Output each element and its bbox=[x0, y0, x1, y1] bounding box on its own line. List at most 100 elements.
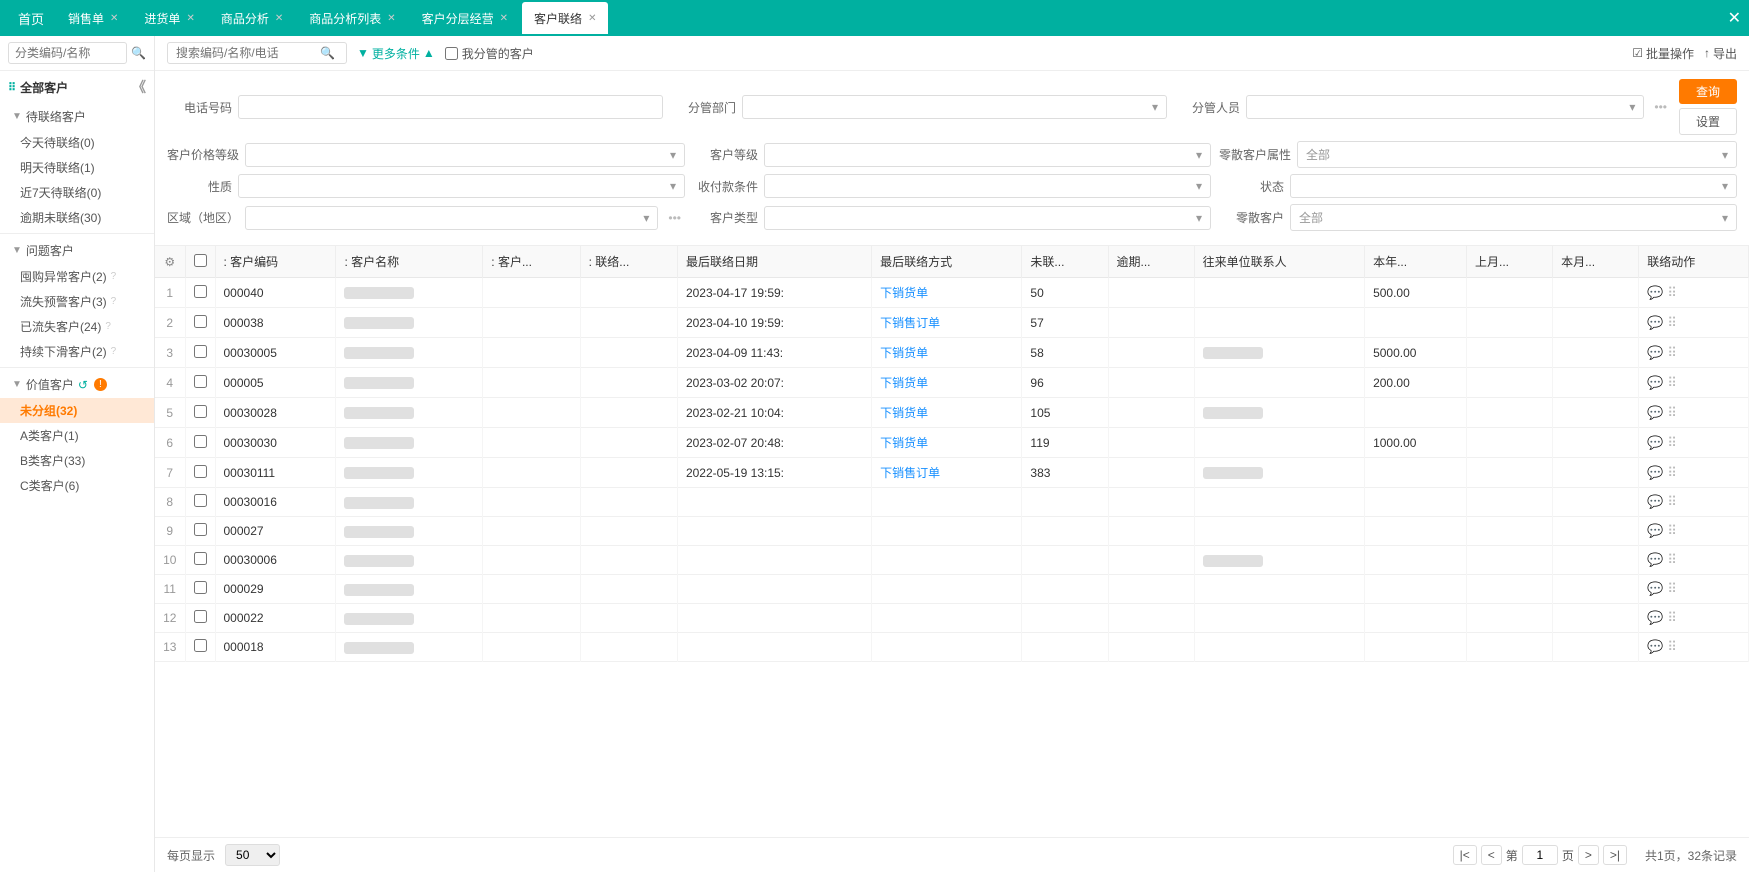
row-checkbox[interactable] bbox=[194, 345, 207, 358]
tab-purchase[interactable]: 进货单 ✕ bbox=[132, 2, 206, 34]
last-method-link[interactable]: 下销货单 bbox=[880, 406, 928, 420]
pending-contact-group[interactable]: ▼ 待联络客户 bbox=[0, 103, 154, 130]
select-all-checkbox[interactable] bbox=[194, 254, 207, 267]
person-more-icon[interactable]: ••• bbox=[1650, 96, 1671, 118]
row-checkbox[interactable] bbox=[194, 285, 207, 298]
last-method-link[interactable]: 下销货单 bbox=[880, 286, 928, 300]
filter-search-icon[interactable]: 🔍 bbox=[320, 46, 335, 60]
sidebar-item-class-a[interactable]: A类客户(1) bbox=[0, 423, 154, 448]
row-checkbox[interactable] bbox=[194, 610, 207, 623]
chat-icon[interactable]: 💬 bbox=[1647, 345, 1663, 361]
page-size-select[interactable]: 50 100 200 bbox=[225, 844, 280, 866]
problem-customers-group[interactable]: ▼ 问题客户 bbox=[0, 237, 154, 264]
sidebar-item-class-b[interactable]: B类客户(33) bbox=[0, 448, 154, 473]
more-icon[interactable]: ⠿ bbox=[1667, 315, 1677, 331]
filter-search-input[interactable] bbox=[176, 46, 316, 60]
chat-icon[interactable]: 💬 bbox=[1647, 523, 1663, 539]
last-method-link[interactable]: 下销售订单 bbox=[880, 316, 940, 330]
chat-icon[interactable]: 💬 bbox=[1647, 639, 1663, 655]
sidebar-item-tomorrow[interactable]: 明天待联络(1) bbox=[0, 155, 154, 180]
price-level-select[interactable]: ▾ bbox=[245, 143, 685, 167]
row-checkbox[interactable] bbox=[194, 581, 207, 594]
more-icon[interactable]: ⠿ bbox=[1667, 494, 1677, 510]
query-btn[interactable]: 查询 bbox=[1679, 79, 1737, 104]
row-checkbox[interactable] bbox=[194, 523, 207, 536]
first-page-btn[interactable]: |< bbox=[1453, 845, 1477, 865]
sidebar-item-declining[interactable]: 持续下滑客户(2) ? bbox=[0, 339, 154, 364]
close-sales-tab[interactable]: ✕ bbox=[110, 13, 118, 24]
chat-icon[interactable]: 💬 bbox=[1647, 552, 1663, 568]
my-customers-checkbox[interactable] bbox=[445, 47, 458, 60]
my-customers-checkbox-area[interactable]: 我分管的客户 bbox=[445, 45, 534, 62]
tab-customer-segment[interactable]: 客户分层经营 ✕ bbox=[410, 2, 520, 34]
last-method-link[interactable]: 下销货单 bbox=[880, 376, 928, 390]
chat-icon[interactable]: 💬 bbox=[1647, 465, 1663, 481]
row-checkbox[interactable] bbox=[194, 405, 207, 418]
gender-select[interactable]: ▾ bbox=[238, 174, 685, 198]
row-checkbox[interactable] bbox=[194, 494, 207, 507]
sidebar-search-input[interactable] bbox=[8, 42, 127, 64]
sidebar-item-unclassified[interactable]: 未分组(32) bbox=[0, 398, 154, 423]
more-icon[interactable]: ⠿ bbox=[1667, 465, 1677, 481]
last-method-link[interactable]: 下销售订单 bbox=[880, 466, 940, 480]
batch-op-btn[interactable]: ☑ 批量操作 bbox=[1632, 45, 1694, 62]
page-number-input[interactable] bbox=[1522, 845, 1558, 865]
close-customer-segment-tab[interactable]: ✕ bbox=[500, 13, 508, 24]
chat-icon[interactable]: 💬 bbox=[1647, 494, 1663, 510]
chat-icon[interactable]: 💬 bbox=[1647, 435, 1663, 451]
close-window-icon[interactable]: ✕ bbox=[1728, 8, 1741, 28]
close-goods-analysis-list-tab[interactable]: ✕ bbox=[387, 13, 395, 24]
status-select[interactable]: ▾ bbox=[1290, 174, 1737, 198]
sidebar-search-icon[interactable]: 🔍 bbox=[131, 46, 146, 60]
reset-btn[interactable]: 设置 bbox=[1679, 108, 1737, 135]
close-goods-analysis-tab[interactable]: ✕ bbox=[275, 13, 283, 24]
close-customer-contact-tab[interactable]: ✕ bbox=[588, 13, 596, 24]
row-checkbox[interactable] bbox=[194, 315, 207, 328]
more-icon[interactable]: ⠿ bbox=[1667, 405, 1677, 421]
more-icon[interactable]: ⠿ bbox=[1667, 375, 1677, 391]
tab-goods-analysis-list[interactable]: 商品分析列表 ✕ bbox=[297, 2, 407, 34]
prev-page-btn[interactable]: < bbox=[1481, 845, 1502, 865]
row-checkbox[interactable] bbox=[194, 375, 207, 388]
last-method-link[interactable]: 下销货单 bbox=[880, 436, 928, 450]
sidebar-item-abnormal[interactable]: 囤购异常客户(2) ? bbox=[0, 264, 154, 289]
tab-customer-contact[interactable]: 客户联络 ✕ bbox=[522, 2, 608, 34]
sidebar-item-loss-warning[interactable]: 流失预警客户(3) ? bbox=[0, 289, 154, 314]
retail-attr-select[interactable]: 全部 ▾ bbox=[1297, 141, 1737, 168]
more-conditions-btn[interactable]: ▼ 更多条件 ▲ bbox=[357, 45, 435, 62]
sidebar-item-7days[interactable]: 近7天待联络(0) bbox=[0, 180, 154, 205]
area-select[interactable]: ▾ bbox=[245, 206, 658, 230]
more-icon[interactable]: ⠿ bbox=[1667, 523, 1677, 539]
more-icon[interactable]: ⠿ bbox=[1667, 435, 1677, 451]
more-icon[interactable]: ⠿ bbox=[1667, 639, 1677, 655]
all-customers-header[interactable]: ⠿ 全部客户 《 bbox=[0, 71, 154, 103]
settings-icon[interactable]: ⚙ bbox=[164, 255, 175, 269]
more-icon[interactable]: ⠿ bbox=[1667, 345, 1677, 361]
last-method-link[interactable]: 下销货单 bbox=[880, 346, 928, 360]
sidebar-item-lost[interactable]: 已流失客户(24) ? bbox=[0, 314, 154, 339]
last-page-btn[interactable]: >| bbox=[1603, 845, 1627, 865]
next-page-btn[interactable]: > bbox=[1578, 845, 1599, 865]
export-btn[interactable]: ↑ 导出 bbox=[1704, 45, 1737, 62]
retail-customer-select[interactable]: 全部 ▾ bbox=[1290, 204, 1737, 231]
value-customers-group[interactable]: ▼ 价值客户 ↺ ! bbox=[0, 371, 154, 398]
more-icon[interactable]: ⠿ bbox=[1667, 285, 1677, 301]
chat-icon[interactable]: 💬 bbox=[1647, 581, 1663, 597]
area-more-icon[interactable]: ••• bbox=[664, 207, 685, 229]
home-tab[interactable]: 首页 bbox=[8, 5, 54, 32]
refresh-icon[interactable]: ↺ bbox=[78, 378, 88, 392]
sidebar-item-today[interactable]: 今天待联络(0) bbox=[0, 130, 154, 155]
row-checkbox[interactable] bbox=[194, 435, 207, 448]
dept-select[interactable]: ▾ bbox=[742, 95, 1167, 119]
row-checkbox[interactable] bbox=[194, 639, 207, 652]
more-icon[interactable]: ⠿ bbox=[1667, 581, 1677, 597]
phone-input[interactable] bbox=[238, 95, 663, 119]
person-select[interactable]: ▾ bbox=[1246, 95, 1644, 119]
chat-icon[interactable]: 💬 bbox=[1647, 285, 1663, 301]
tab-sales[interactable]: 销售单 ✕ bbox=[56, 2, 130, 34]
payment-select[interactable]: ▾ bbox=[764, 174, 1211, 198]
tab-goods-analysis[interactable]: 商品分析 ✕ bbox=[209, 2, 295, 34]
collapse-btn[interactable]: 《 bbox=[132, 77, 146, 97]
row-checkbox[interactable] bbox=[194, 552, 207, 565]
sidebar-item-class-c[interactable]: C类客户(6) bbox=[0, 473, 154, 498]
